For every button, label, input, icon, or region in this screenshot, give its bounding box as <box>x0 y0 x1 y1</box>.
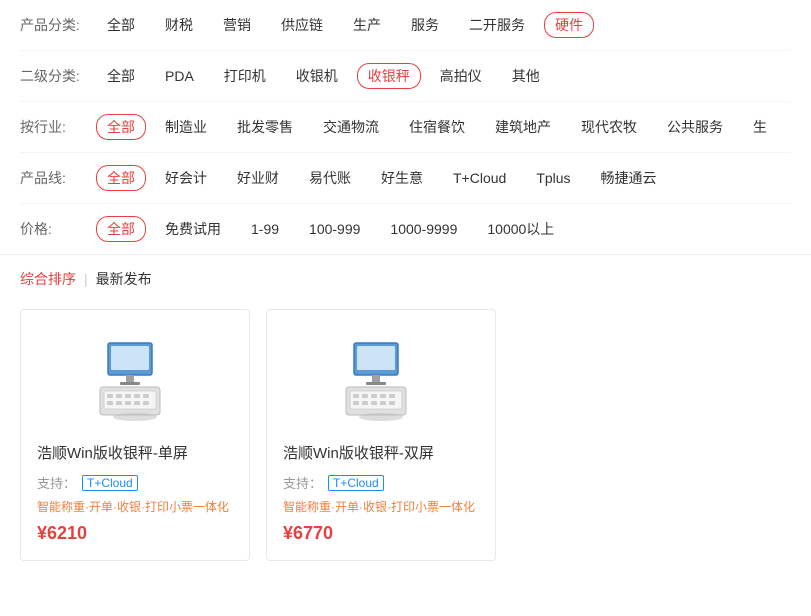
product-icon-0 <box>90 335 180 425</box>
filter-item-生产[interactable]: 生产 <box>342 12 392 38</box>
product-image-0 <box>37 330 233 430</box>
filter-row-product-line: 产品线: 全部 好会计 好业财 易代账 好生意 T+Cloud Tplus 畅捷… <box>20 153 791 204</box>
filter-item-二开服务[interactable]: 二开服务 <box>458 12 536 38</box>
filter-item-免费试用[interactable]: 免费试用 <box>154 216 232 242</box>
filter-item-line-全部[interactable]: 全部 <box>96 165 146 191</box>
product-support-0: 支持： T+Cloud <box>37 473 233 492</box>
support-label-0: 支持： <box>37 473 76 492</box>
filter-item-畅捷通云[interactable]: 畅捷通云 <box>590 165 668 191</box>
filter-item-t-cloud[interactable]: T+Cloud <box>442 167 517 189</box>
product-desc-1: 智能称重·开单·收银·打印小票一体化 <box>283 498 479 515</box>
filter-item-industry-全部[interactable]: 全部 <box>96 114 146 140</box>
product-price-1: ¥6770 <box>283 523 479 544</box>
filter-item-1-99[interactable]: 1-99 <box>240 218 290 240</box>
filter-item-其他[interactable]: 其他 <box>501 63 551 89</box>
filter-row-product-category: 产品分类: 全部 财税 营销 供应链 生产 服务 二开服务 硬件 <box>20 0 791 51</box>
filter-row-price: 价格: 全部 免费试用 1-99 100-999 1000-9999 10000… <box>20 204 791 254</box>
filter-item-全部[interactable]: 全部 <box>96 12 146 38</box>
product-grid: 浩顺Win版收银秤-单屏 支持： T+Cloud 智能称重·开单·收银·打印小票… <box>0 299 811 571</box>
filter-item-服务[interactable]: 服务 <box>400 12 450 38</box>
filter-item-批发零售[interactable]: 批发零售 <box>226 114 304 140</box>
filter-item-供应链[interactable]: 供应链 <box>270 12 334 38</box>
filter-item-公共服务[interactable]: 公共服务 <box>656 114 734 140</box>
support-label-1: 支持： <box>283 473 322 492</box>
filter-item-pda[interactable]: PDA <box>154 65 205 87</box>
filter-item-好业财[interactable]: 好业财 <box>226 165 290 191</box>
filter-label-sub-category: 二级分类: <box>20 66 90 86</box>
filter-label-product-category: 产品分类: <box>20 15 90 35</box>
filter-item-高拍仪[interactable]: 高拍仪 <box>429 63 493 89</box>
filter-row-industry: 按行业: 全部 制造业 批发零售 交通物流 住宿餐饮 建筑地产 现代农牧 公共服… <box>20 102 791 153</box>
filter-item-10000以上[interactable]: 10000以上 <box>476 216 565 242</box>
sort-divider: | <box>84 271 88 287</box>
filter-item-住宿餐饮[interactable]: 住宿餐饮 <box>398 114 476 140</box>
support-tag-1: T+Cloud <box>328 475 384 491</box>
product-name-1: 浩顺Win版收银秤-双屏 <box>283 442 479 463</box>
product-card-0[interactable]: 浩顺Win版收银秤-单屏 支持： T+Cloud 智能称重·开单·收银·打印小票… <box>20 309 250 561</box>
filter-label-industry: 按行业: <box>20 117 90 137</box>
product-card-1[interactable]: 浩顺Win版收银秤-双屏 支持： T+Cloud 智能称重·开单·收银·打印小票… <box>266 309 496 561</box>
filter-item-sub-全部[interactable]: 全部 <box>96 63 146 89</box>
filter-item-生[interactable]: 生 <box>742 114 778 140</box>
filter-item-1000-9999[interactable]: 1000-9999 <box>379 218 468 240</box>
filter-label-product-line: 产品线: <box>20 168 90 188</box>
product-support-1: 支持： T+Cloud <box>283 473 479 492</box>
filter-item-财税[interactable]: 财税 <box>154 12 204 38</box>
sort-bar: 综合排序 | 最新发布 <box>0 255 811 299</box>
support-tag-0: T+Cloud <box>82 475 138 491</box>
product-desc-0: 智能称重·开单·收银·打印小票一体化 <box>37 498 233 515</box>
product-name-0: 浩顺Win版收银秤-单屏 <box>37 442 233 463</box>
filter-item-制造业[interactable]: 制造业 <box>154 114 218 140</box>
sort-item-综合排序[interactable]: 综合排序 <box>20 269 76 289</box>
product-price-0: ¥6210 <box>37 523 233 544</box>
filter-item-营销[interactable]: 营销 <box>212 12 262 38</box>
filter-item-打印机[interactable]: 打印机 <box>213 63 277 89</box>
filter-item-100-999[interactable]: 100-999 <box>298 218 371 240</box>
product-image-1 <box>283 330 479 430</box>
filter-item-好会计[interactable]: 好会计 <box>154 165 218 191</box>
sort-item-最新发布[interactable]: 最新发布 <box>96 269 152 289</box>
filter-item-price-全部[interactable]: 全部 <box>96 216 146 242</box>
product-icon-1 <box>336 335 426 425</box>
filter-item-硬件[interactable]: 硬件 <box>544 12 594 38</box>
filter-item-建筑地产[interactable]: 建筑地产 <box>484 114 562 140</box>
filter-item-易代账[interactable]: 易代账 <box>298 165 362 191</box>
filter-item-现代农牧[interactable]: 现代农牧 <box>570 114 648 140</box>
filter-item-交通物流[interactable]: 交通物流 <box>312 114 390 140</box>
filter-item-好生意[interactable]: 好生意 <box>370 165 434 191</box>
filter-item-收银秤[interactable]: 收银秤 <box>357 63 421 89</box>
filter-row-sub-category: 二级分类: 全部 PDA 打印机 收银机 收银秤 高拍仪 其他 <box>20 51 791 102</box>
filter-item-收银机[interactable]: 收银机 <box>285 63 349 89</box>
filter-item-tplus[interactable]: Tplus <box>525 167 581 189</box>
filter-label-price: 价格: <box>20 219 90 239</box>
filter-section: 产品分类: 全部 财税 营销 供应链 生产 服务 二开服务 硬件 二级分类: 全… <box>0 0 811 255</box>
